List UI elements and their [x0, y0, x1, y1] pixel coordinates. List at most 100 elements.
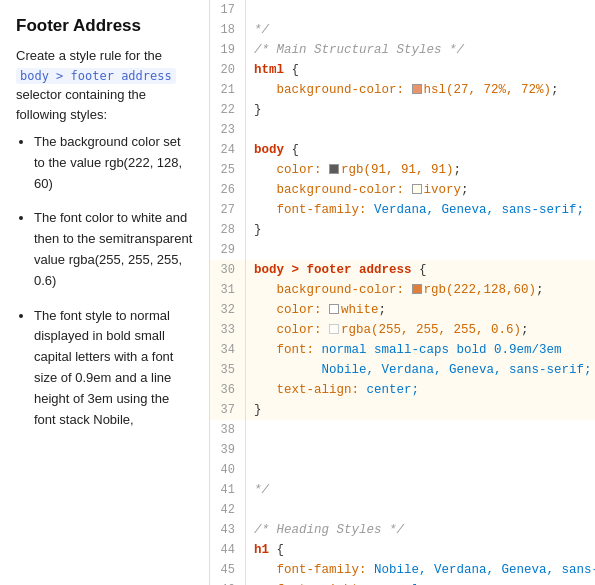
line-number: 41 — [210, 480, 246, 500]
color-swatch — [329, 324, 339, 334]
color-swatch — [329, 304, 339, 314]
code-line: 33 color: rgba(255, 255, 255, 0.6); — [210, 320, 595, 340]
line-content: color: white; — [254, 300, 386, 320]
intro-text: Create a style rule for the body > foote… — [16, 46, 193, 124]
line-number: 24 — [210, 140, 246, 160]
code-line: 40 — [210, 460, 595, 480]
line-number: 39 — [210, 440, 246, 460]
line-number: 22 — [210, 100, 246, 120]
line-number: 33 — [210, 320, 246, 340]
line-number: 23 — [210, 120, 246, 140]
line-content: text-align: center; — [254, 380, 419, 400]
line-number: 34 — [210, 340, 246, 360]
line-number: 45 — [210, 560, 246, 580]
code-line: 29 — [210, 240, 595, 260]
code-line: 22} — [210, 100, 595, 120]
code-area: 17 18*/19/* Main Structural Styles */20h… — [210, 0, 595, 585]
line-number: 20 — [210, 60, 246, 80]
code-line: 23 — [210, 120, 595, 140]
code-line: 41 */ — [210, 480, 595, 500]
line-content — [254, 240, 262, 260]
line-content — [254, 500, 262, 520]
code-line: 37} — [210, 400, 595, 420]
line-number: 19 — [210, 40, 246, 60]
line-number: 30 — [210, 260, 246, 280]
list-item: The font style to normal displayed in bo… — [34, 306, 193, 431]
line-number: 38 — [210, 420, 246, 440]
line-number: 26 — [210, 180, 246, 200]
code-line: 25 color: rgb(91, 91, 91); — [210, 160, 595, 180]
code-line: 21 background-color: hsl(27, 72%, 72%); — [210, 80, 595, 100]
line-content: font-weight: normal; — [254, 580, 427, 585]
left-panel: Footer Address Create a style rule for t… — [0, 0, 210, 585]
line-content: Nobile, Verdana, Geneva, sans-serif; — [254, 360, 592, 380]
line-number: 46 — [210, 580, 246, 585]
list-item: The font color to white and then to the … — [34, 208, 193, 291]
code-line: 19/* Main Structural Styles */ — [210, 40, 595, 60]
selector-badge: body > footer address — [16, 68, 176, 84]
line-content: } — [254, 100, 262, 120]
line-number: 18 — [210, 20, 246, 40]
line-number: 21 — [210, 80, 246, 100]
line-content — [254, 0, 262, 20]
color-swatch — [412, 184, 422, 194]
code-editor: 17 18*/19/* Main Structural Styles */20h… — [210, 0, 595, 585]
line-number: 17 — [210, 0, 246, 20]
line-content: font: normal small-caps bold 0.9em/3em — [254, 340, 562, 360]
line-number: 25 — [210, 160, 246, 180]
line-content: background-color: hsl(27, 72%, 72%); — [254, 80, 559, 100]
line-number: 32 — [210, 300, 246, 320]
line-content — [254, 420, 262, 440]
line-content: /* Heading Styles */ — [254, 520, 404, 540]
line-content: font-family: Nobile, Verdana, Geneva, sa… — [254, 560, 595, 580]
line-content: */ — [254, 20, 269, 40]
code-line: 17 — [210, 0, 595, 20]
line-content: */ — [254, 480, 269, 500]
line-content: html { — [254, 60, 299, 80]
code-line: 45 font-family: Nobile, Verdana, Geneva,… — [210, 560, 595, 580]
code-line: 39 — [210, 440, 595, 460]
line-number: 36 — [210, 380, 246, 400]
code-line: 36 text-align: center; — [210, 380, 595, 400]
panel-title: Footer Address — [16, 16, 193, 36]
line-number: 44 — [210, 540, 246, 560]
line-content: background-color: rgb(222,128,60); — [254, 280, 544, 300]
code-line: 27 font-family: Verdana, Geneva, sans-se… — [210, 200, 595, 220]
line-number: 27 — [210, 200, 246, 220]
code-line: 31 background-color: rgb(222,128,60); — [210, 280, 595, 300]
color-swatch — [329, 164, 339, 174]
color-swatch — [412, 84, 422, 94]
line-content: background-color: ivory; — [254, 180, 469, 200]
line-content — [254, 460, 262, 480]
code-line: 32 color: white; — [210, 300, 595, 320]
line-number: 29 — [210, 240, 246, 260]
line-number: 40 — [210, 460, 246, 480]
line-content: } — [254, 400, 262, 420]
line-content: body { — [254, 140, 299, 160]
code-line: 43 /* Heading Styles */ — [210, 520, 595, 540]
code-line: 30 body > footer address { — [210, 260, 595, 280]
line-content: color: rgba(255, 255, 255, 0.6); — [254, 320, 529, 340]
line-content: } — [254, 220, 262, 240]
line-number: 42 — [210, 500, 246, 520]
code-line: 35 Nobile, Verdana, Geneva, sans-serif; — [210, 360, 595, 380]
line-content: font-family: Verdana, Geneva, sans-serif… — [254, 200, 584, 220]
color-swatch — [412, 284, 422, 294]
line-content — [254, 120, 262, 140]
line-content — [254, 440, 262, 460]
line-number: 28 — [210, 220, 246, 240]
line-number: 43 — [210, 520, 246, 540]
code-line: 44h1 { — [210, 540, 595, 560]
code-line: 24 body { — [210, 140, 595, 160]
code-line: 38 — [210, 420, 595, 440]
code-line: 42 — [210, 500, 595, 520]
line-number: 31 — [210, 280, 246, 300]
line-number: 37 — [210, 400, 246, 420]
code-line: 28} — [210, 220, 595, 240]
code-line: 20 html { — [210, 60, 595, 80]
code-line: 34 font: normal small-caps bold 0.9em/3e… — [210, 340, 595, 360]
list-item: The background color set to the value rg… — [34, 132, 193, 194]
line-content: body > footer address { — [254, 260, 427, 280]
line-number: 35 — [210, 360, 246, 380]
bullet-list: The background color set to the value rg… — [34, 132, 193, 430]
